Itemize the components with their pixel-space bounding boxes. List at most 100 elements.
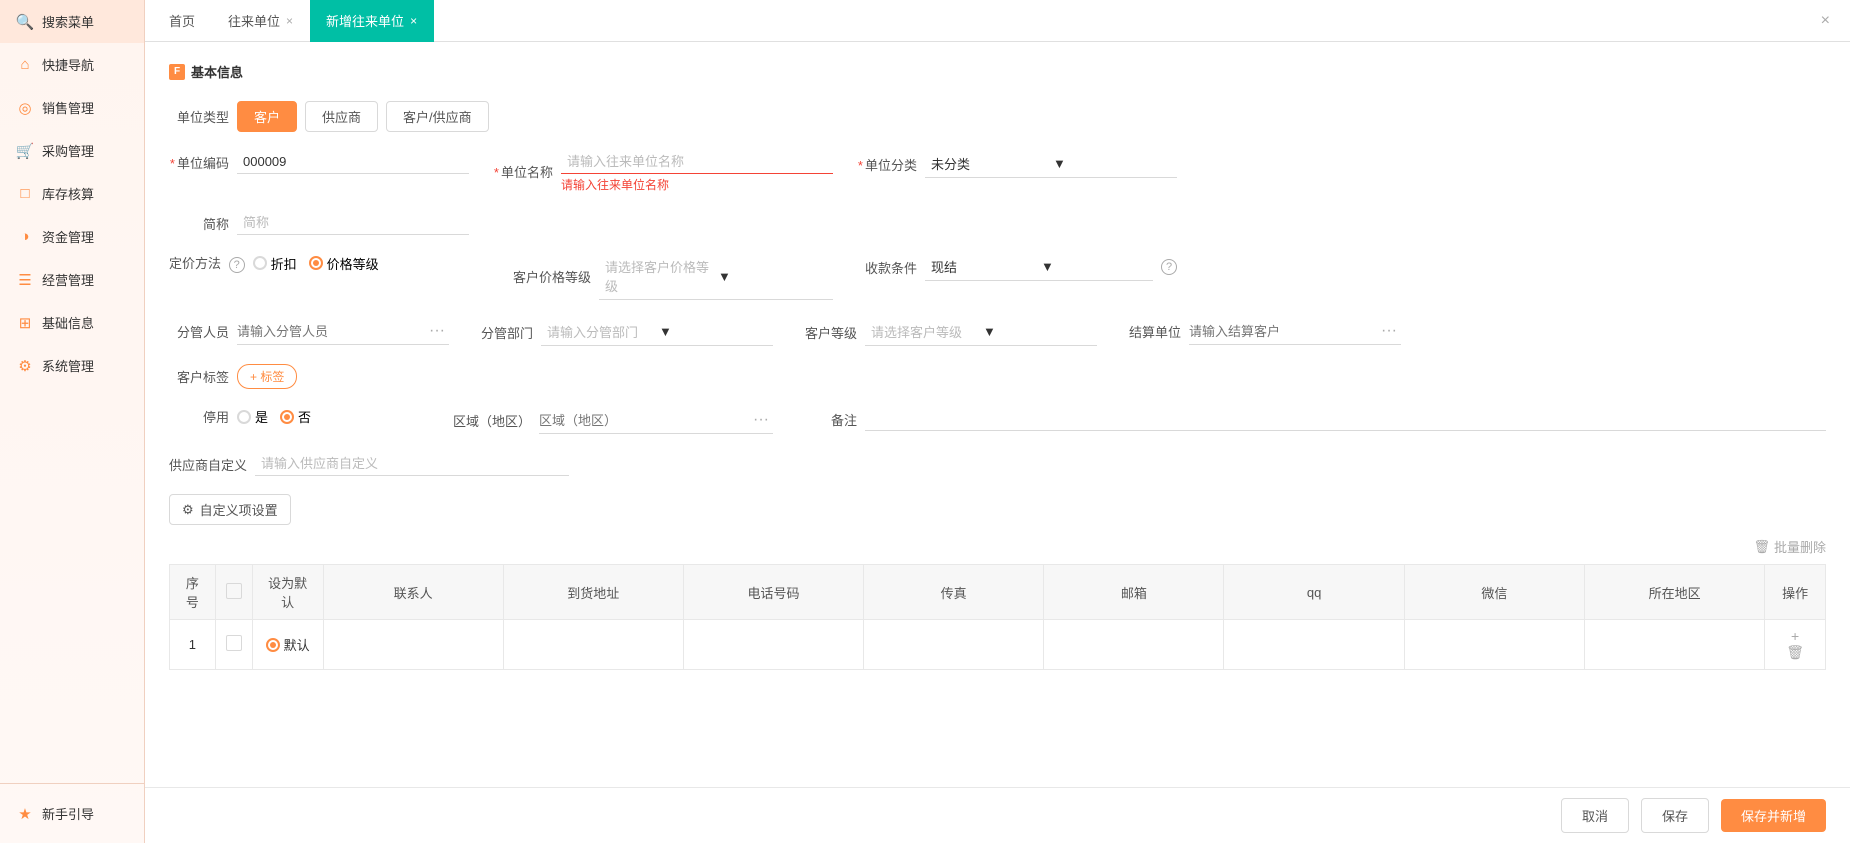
tab-home-label: 首页 — [169, 11, 195, 30]
customer-price-level-select[interactable]: 请选择客户价格等级 ▼ — [599, 253, 833, 300]
disabled-no-option[interactable]: 否 — [280, 407, 311, 426]
supervisor-group: 分管人员 ··· — [169, 318, 449, 345]
sidebar-item-purchase[interactable]: 🛒 采购管理 — [0, 129, 144, 172]
customer-level-select[interactable]: 请选择客户等级 ▼ — [865, 318, 1097, 346]
col-contact: 联系人 — [323, 565, 503, 620]
save-button[interactable]: 保存 — [1641, 798, 1709, 833]
contact-input[interactable] — [334, 637, 493, 652]
unit-type-supplier-btn[interactable]: 供应商 — [305, 101, 378, 132]
customer-level-label: 客户等级 — [797, 323, 857, 342]
supervisor-input[interactable] — [237, 324, 425, 339]
row-address[interactable] — [503, 620, 683, 670]
disabled-no-radio[interactable] — [280, 410, 294, 424]
settlement-unit-dots-btn[interactable]: ··· — [1377, 322, 1401, 340]
unit-type-both-btn[interactable]: 客户/供应商 — [386, 101, 489, 132]
row-delete-btn[interactable]: 🗑 — [1783, 644, 1807, 660]
settlement-unit-input[interactable] — [1189, 324, 1377, 339]
fax-input[interactable] — [874, 637, 1033, 652]
pricing-row: 定价方法 ? 折扣 价格等级 客户价格等级 请选择客户价 — [169, 253, 1826, 300]
disabled-yes-radio[interactable] — [237, 410, 251, 424]
remark-group: 备注 — [797, 407, 1826, 431]
row-default-radio[interactable] — [266, 638, 280, 652]
sidebar-item-system[interactable]: ⚙ 系统管理 — [0, 344, 144, 387]
chevron-down-icon: ▼ — [1053, 156, 1171, 171]
disabled-yes-option[interactable]: 是 — [237, 407, 268, 426]
short-name-input[interactable] — [237, 211, 469, 235]
sidebar-item-basics[interactable]: ⊞ 基础信息 — [0, 301, 144, 344]
department-select[interactable]: 请输入分管部门 ▼ — [541, 318, 773, 346]
row-fax[interactable] — [864, 620, 1044, 670]
region-input[interactable] — [539, 413, 749, 428]
sidebar-label-guide: 新手引导 — [42, 804, 94, 823]
tab-partners-label: 往来单位 — [228, 11, 280, 30]
add-tag-button[interactable]: + 标签 — [237, 364, 297, 389]
tab-partners[interactable]: 往来单位 × — [212, 0, 310, 42]
guide-icon: ★ — [16, 805, 34, 823]
customer-tags-label: 客户标签 — [169, 367, 229, 386]
pricing-method-group: 定价方法 ? 折扣 价格等级 — [169, 253, 489, 273]
row-email[interactable] — [1044, 620, 1224, 670]
payment-terms-select[interactable]: 现结 ▼ — [925, 253, 1153, 281]
short-name-group: 简称 — [169, 211, 469, 235]
unit-type-customer-btn[interactable]: 客户 — [237, 101, 297, 132]
col-fax: 传真 — [864, 565, 1044, 620]
sidebar-item-quick-nav[interactable]: ⌂ 快捷导航 — [0, 43, 144, 86]
remark-input[interactable] — [865, 407, 1826, 431]
row-contact[interactable] — [323, 620, 503, 670]
sidebar-search[interactable]: 🔍 搜索菜单 — [0, 0, 144, 43]
address-input[interactable] — [514, 637, 673, 652]
row-phone[interactable] — [683, 620, 863, 670]
supplier-custom-input[interactable] — [255, 452, 569, 476]
supervisor-dots-btn[interactable]: ··· — [425, 322, 449, 340]
tab-new-partner[interactable]: 新增往来单位 × — [310, 0, 434, 42]
row-wechat[interactable] — [1404, 620, 1584, 670]
region-dots-btn[interactable]: ··· — [749, 411, 773, 429]
select-all-checkbox[interactable] — [226, 583, 242, 599]
sidebar-item-sales[interactable]: ◎ 销售管理 — [0, 86, 144, 129]
section-title: F 基本信息 — [169, 62, 1826, 81]
sidebar-item-finance[interactable]: ◑ 资金管理 — [0, 215, 144, 258]
tab-home[interactable]: 首页 — [153, 0, 212, 42]
custom-settings-button[interactable]: ⚙ 自定义项设置 — [169, 494, 291, 525]
sidebar: 🔍 搜索菜单 ⌂ 快捷导航 ◎ 销售管理 🛒 采购管理 □ 库存核算 ◑ 资金管… — [0, 0, 145, 843]
pricing-discount-option[interactable]: 折扣 — [253, 254, 297, 273]
sidebar-item-guide[interactable]: ★ 新手引导 — [0, 792, 144, 835]
row-default-radio-item[interactable]: 默认 — [263, 635, 313, 654]
wechat-input[interactable] — [1415, 637, 1574, 652]
supervisor-input-wrapper: ··· — [237, 318, 449, 345]
tab-partners-close[interactable]: × — [286, 14, 293, 28]
qq-input[interactable] — [1234, 637, 1393, 652]
row-checkbox[interactable] — [226, 635, 242, 651]
tab-new-partner-close[interactable]: × — [410, 14, 417, 28]
close-all-button[interactable]: × — [1809, 12, 1842, 30]
row-qq[interactable] — [1224, 620, 1404, 670]
sidebar-item-operations[interactable]: ☰ 经营管理 — [0, 258, 144, 301]
payment-help-icon[interactable]: ? — [1161, 259, 1177, 275]
cancel-button[interactable]: 取消 — [1561, 798, 1629, 833]
sidebar-label-operations: 经营管理 — [42, 270, 94, 289]
settlement-unit-group: 结算单位 ··· — [1121, 318, 1401, 345]
chevron-down-icon5: ▼ — [983, 324, 1091, 339]
unit-code-input[interactable] — [237, 150, 469, 174]
col-index: 序号 — [170, 565, 216, 620]
row-location[interactable] — [1584, 620, 1764, 670]
tab-new-partner-label: 新增往来单位 — [326, 11, 404, 30]
location-input[interactable] — [1595, 637, 1754, 652]
pricing-level-option[interactable]: 价格等级 — [309, 254, 379, 273]
save-and-new-button[interactable]: 保存并新增 — [1721, 799, 1826, 832]
row-add-btn[interactable]: + — [1788, 628, 1802, 644]
section-icon: F — [169, 64, 185, 80]
customer-price-level-placeholder: 请选择客户价格等级 — [605, 257, 714, 295]
phone-input[interactable] — [694, 637, 853, 652]
price-level-radio[interactable] — [309, 256, 323, 270]
unit-category-select[interactable]: 未分类 ▼ — [925, 150, 1177, 178]
sidebar-item-inventory[interactable]: □ 库存核算 — [0, 172, 144, 215]
pricing-help-icon[interactable]: ? — [229, 257, 245, 273]
custom-settings-label: 自定义项设置 — [200, 500, 278, 519]
code-name-category-row: *单位编码 *单位名称 请输入往来单位名称 *单位分类 未分类 — [169, 150, 1826, 193]
unit-name-input[interactable] — [561, 150, 833, 174]
email-input[interactable] — [1054, 637, 1213, 652]
discount-radio[interactable] — [253, 256, 267, 270]
sidebar-search-label: 搜索菜单 — [42, 12, 94, 31]
department-group: 分管部门 请输入分管部门 ▼ — [473, 318, 773, 346]
